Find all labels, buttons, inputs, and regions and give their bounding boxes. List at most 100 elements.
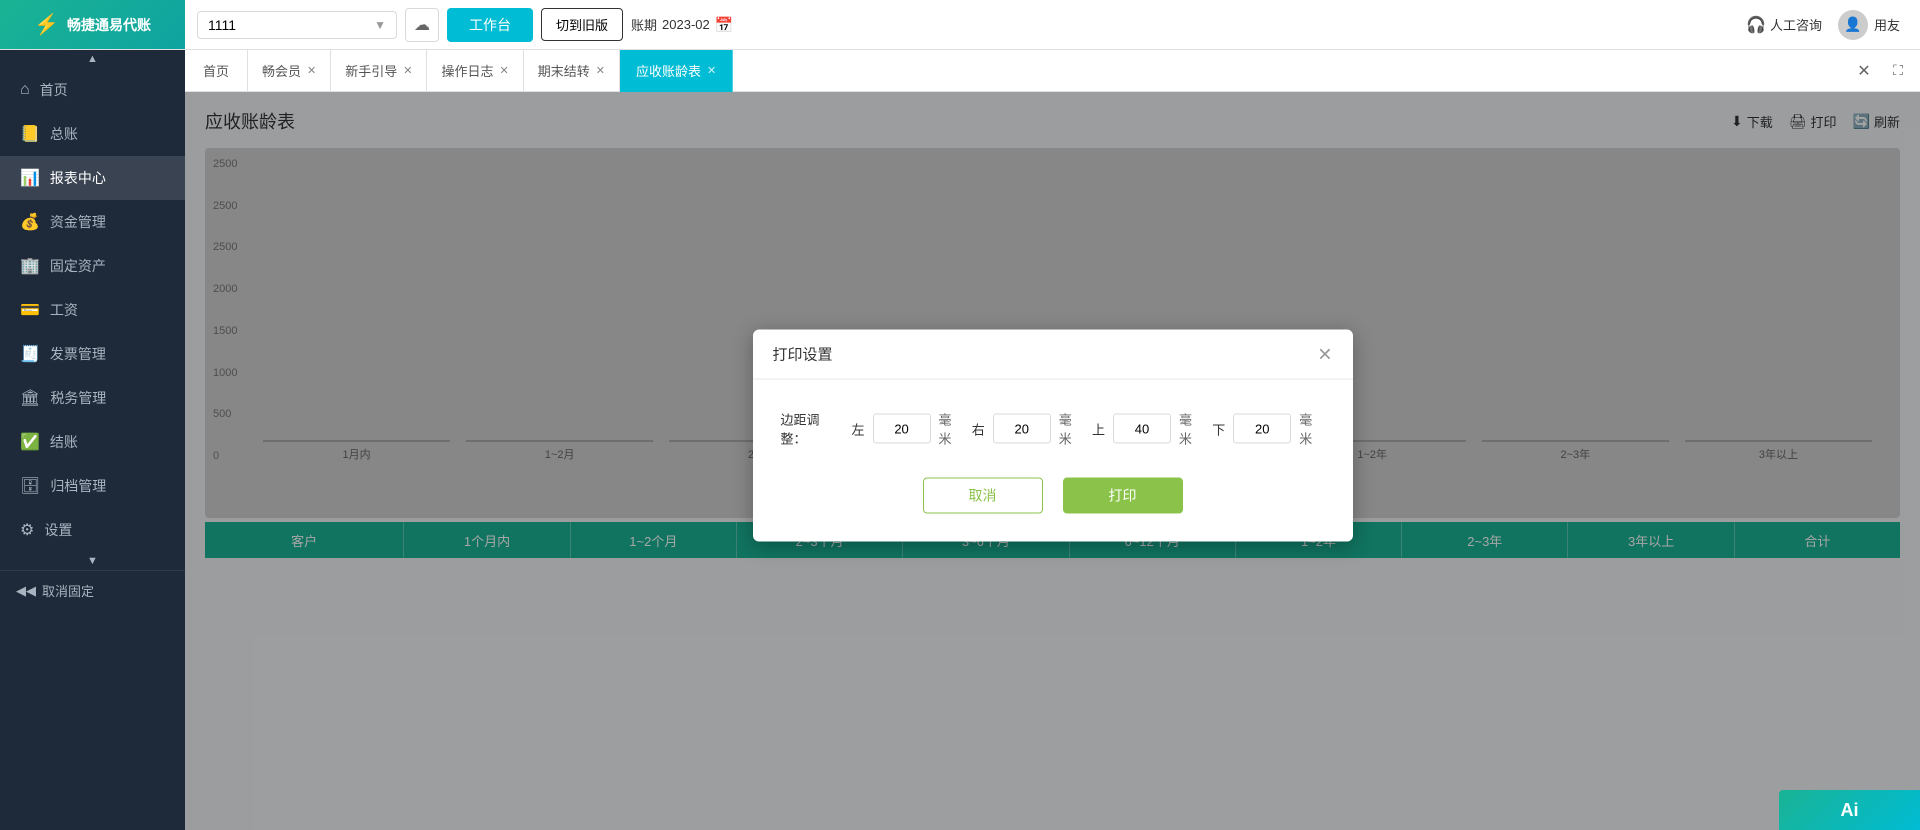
tab-member-close[interactable]: ✕ (307, 64, 316, 77)
left-direction-label: 左 (852, 419, 865, 438)
sidebar-item-reports[interactable]: 📊 报表中心 (0, 156, 185, 200)
top-unit-label: 毫米 (1179, 410, 1204, 448)
chevron-down-icon: ▼ (374, 18, 386, 32)
tab-bar: 首页 畅会员 ✕ 新手引导 ✕ 操作日志 ✕ 期末结转 ✕ 应收账龄表 ✕ (185, 50, 1920, 92)
sidebar-item-archive[interactable]: 🗄 归档管理 (0, 464, 185, 508)
tab-right-buttons: ✕ ⛶ (1848, 55, 1920, 87)
tab-ar-aging-label: 应收账龄表 (636, 61, 701, 80)
left-unit-label: 毫米 (939, 410, 964, 448)
tab-close-button[interactable]: ✕ (1848, 55, 1880, 87)
ai-label: Ai (1841, 800, 1859, 821)
dialog-close-button[interactable]: ✕ (1317, 345, 1332, 363)
tab-period-end[interactable]: 期末结转 ✕ (524, 50, 620, 92)
tab-period-end-label: 期末结转 (538, 61, 590, 80)
sidebar-item-assets[interactable]: 🏢 固定资产 (0, 244, 185, 288)
sidebar-item-checkout[interactable]: ✅ 结账 (0, 420, 185, 464)
tab-log-close[interactable]: ✕ (500, 64, 509, 77)
payroll-icon: 💳 (20, 300, 40, 320)
tab-ar-aging-close[interactable]: ✕ (707, 64, 716, 77)
main-layout: ▲ ⌂ 首页 📒 总账 📊 报表中心 💰 资金管理 🏢 固定资产 💳 工资 🧾 … (0, 50, 1920, 830)
tab-period-end-close[interactable]: ✕ (596, 64, 605, 77)
workbench-button[interactable]: 工作台 (447, 8, 533, 42)
sidebar-scroll-up[interactable]: ▲ (0, 50, 185, 68)
bottom-unit-label: 毫米 (1299, 410, 1324, 448)
dialog-header: 打印设置 ✕ (753, 330, 1353, 380)
sidebar-item-label: 归档管理 (50, 476, 106, 496)
sidebar-item-label: 固定资产 (50, 256, 106, 276)
sidebar-item-label: 结账 (50, 432, 78, 452)
top-margin-input[interactable] (1113, 414, 1171, 444)
left-margin-input[interactable] (873, 414, 931, 444)
cancel-button[interactable]: 取消 (923, 478, 1043, 514)
logo-icon: ⚡ (34, 12, 59, 37)
sidebar-item-label: 总账 (50, 124, 78, 144)
right-margin-input[interactable] (993, 414, 1051, 444)
calendar-icon[interactable]: 📅 (715, 16, 734, 34)
header-right: 🎧 人工咨询 👤 用友 (1746, 0, 1920, 49)
pin-icon: ◀◀ (16, 583, 36, 599)
dialog-body: 边距调整： 左 毫米 右 毫米 上 毫米 下 毫米 (753, 380, 1353, 468)
tab-maximize-button[interactable]: ⛶ (1882, 55, 1914, 87)
sidebar-item-home[interactable]: ⌂ 首页 (0, 68, 185, 112)
sidebar-item-label: 资金管理 (50, 212, 106, 232)
logo-area: ⚡ 畅捷通易代账 (0, 0, 185, 49)
bottom-margin-input[interactable] (1233, 414, 1291, 444)
avatar: 👤 (1838, 10, 1868, 40)
tab-guide[interactable]: 新手引导 ✕ (331, 50, 427, 92)
sidebar-item-ledger[interactable]: 📒 总账 (0, 112, 185, 156)
user-name: 用友 (1874, 15, 1900, 34)
sidebar-item-invoice[interactable]: 🧾 发票管理 (0, 332, 185, 376)
ai-float-button[interactable]: Ai (1779, 790, 1920, 830)
invoice-icon: 🧾 (20, 344, 40, 364)
tab-home-label: 首页 (203, 61, 229, 80)
home-icon: ⌂ (20, 81, 30, 99)
sidebar-item-label: 设置 (44, 520, 72, 540)
collapse-label: 取消固定 (42, 581, 94, 600)
confirm-print-button[interactable]: 打印 (1063, 478, 1183, 514)
tab-ar-aging[interactable]: 应收账龄表 ✕ (620, 50, 733, 92)
top-direction-label: 上 (1092, 419, 1105, 438)
cloud-sync-button[interactable]: ☁ (405, 8, 439, 42)
collapse-sidebar-button[interactable]: ◀◀ 取消固定 (0, 570, 185, 610)
sidebar-item-funds[interactable]: 💰 资金管理 (0, 200, 185, 244)
tab-guide-label: 新手引导 (345, 61, 397, 80)
tab-log-label: 操作日志 (441, 61, 493, 80)
company-selector[interactable]: 1111 ▼ (197, 11, 397, 39)
archive-icon: 🗄 (20, 476, 40, 496)
content-area: 首页 畅会员 ✕ 新手引导 ✕ 操作日志 ✕ 期末结转 ✕ 应收账龄表 ✕ (185, 50, 1920, 830)
ledger-icon: 📒 (20, 124, 40, 144)
support-label: 人工咨询 (1770, 15, 1822, 34)
sidebar-item-label: 税务管理 (50, 388, 106, 408)
page-inner: 应收账龄表 ⬇ 下载 🖨 打印 🔄 刷新 (185, 92, 1920, 830)
margin-adjustment-row: 边距调整： 左 毫米 右 毫米 上 毫米 下 毫米 (781, 410, 1325, 448)
support-button[interactable]: 🎧 人工咨询 (1746, 15, 1822, 35)
tab-home[interactable]: 首页 (185, 50, 248, 92)
sidebar: ▲ ⌂ 首页 📒 总账 📊 报表中心 💰 资金管理 🏢 固定资产 💳 工资 🧾 … (0, 50, 185, 830)
tab-log[interactable]: 操作日志 ✕ (427, 50, 523, 92)
checkout-icon: ✅ (20, 432, 40, 452)
sidebar-scroll-down[interactable]: ▼ (0, 552, 185, 570)
dialog-footer: 取消 打印 (753, 468, 1353, 542)
logo-text: 畅捷通易代账 (67, 15, 151, 35)
funds-icon: 💰 (20, 212, 40, 232)
right-direction-label: 右 (972, 419, 985, 438)
reports-icon: 📊 (20, 168, 40, 188)
switch-version-button[interactable]: 切到旧版 (541, 8, 623, 41)
right-unit-label: 毫米 (1059, 410, 1084, 448)
tab-guide-close[interactable]: ✕ (403, 64, 412, 77)
sidebar-item-payroll[interactable]: 💳 工资 (0, 288, 185, 332)
company-name: 1111 (208, 17, 368, 33)
sidebar-item-label: 发票管理 (50, 344, 106, 364)
sidebar-item-tax[interactable]: 🏛 税务管理 (0, 376, 185, 420)
tax-icon: 🏛 (20, 388, 40, 408)
dialog-title: 打印设置 (773, 344, 833, 365)
sidebar-item-label: 工资 (50, 300, 78, 320)
period-label: 账期 (631, 15, 657, 34)
margin-label: 边距调整： (781, 410, 844, 448)
assets-icon: 🏢 (20, 256, 40, 276)
user-area[interactable]: 👤 用友 (1838, 10, 1900, 40)
tab-member[interactable]: 畅会员 ✕ (248, 50, 331, 92)
sidebar-item-settings[interactable]: ⚙ 设置 (0, 508, 185, 552)
print-settings-dialog: 打印设置 ✕ 边距调整： 左 毫米 右 毫米 上 (753, 330, 1353, 542)
period-info: 账期 2023-02 📅 (631, 15, 733, 34)
